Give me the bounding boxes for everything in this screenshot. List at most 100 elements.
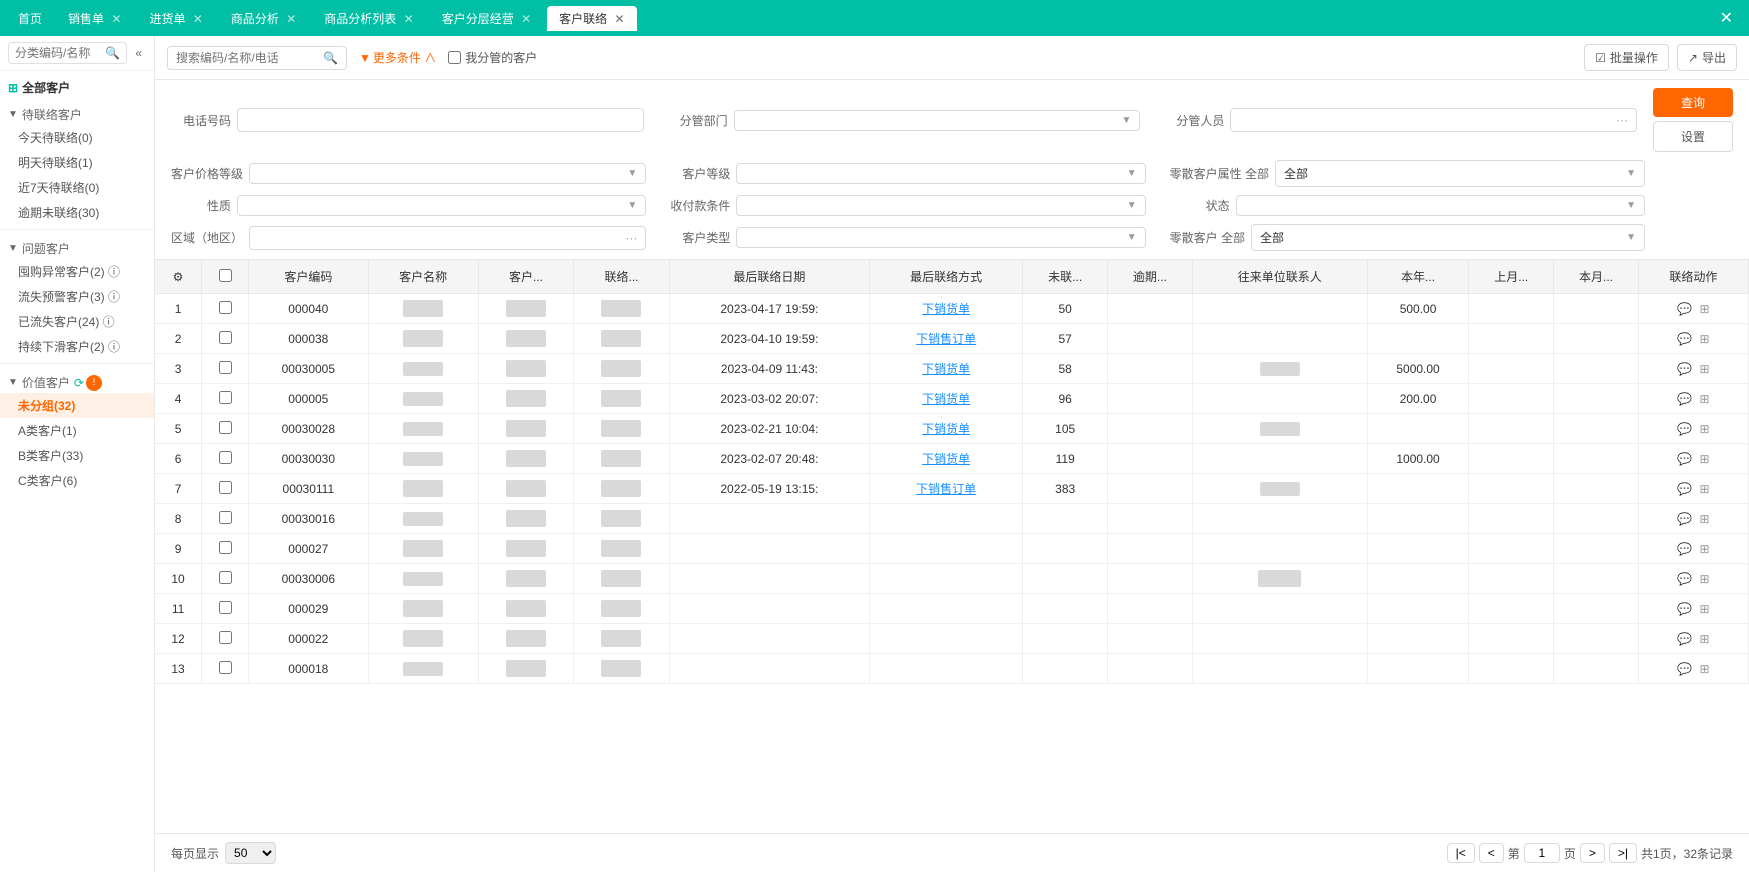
chat-icon[interactable]: 💬 (1677, 362, 1692, 376)
row-checkbox[interactable] (202, 504, 249, 534)
sidebar-item-hoarding[interactable]: 囤购异常客户(2) ⓘ (0, 259, 154, 284)
group-pending-contact[interactable]: ▼ 待联络客户 (0, 100, 154, 125)
gear-icon[interactable]: ⚙ (173, 270, 184, 284)
all-customers-header[interactable]: ⊞ 全部客户 (0, 71, 154, 100)
sidebar-item-churned[interactable]: 已流失客户(24) ⓘ (0, 309, 154, 334)
row-checkbox[interactable] (202, 294, 249, 324)
nature-select[interactable]: ▼ (237, 195, 646, 216)
qr-icon[interactable]: ⊞ (1700, 632, 1710, 646)
region-select[interactable]: ··· (249, 226, 646, 250)
checkbox-col-header[interactable] (202, 260, 249, 294)
sidebar-collapse-button[interactable]: « (131, 44, 146, 62)
payment-select[interactable]: ▼ (736, 195, 1145, 216)
per-page-select[interactable]: 50 100 200 (225, 842, 276, 864)
chat-icon[interactable]: 💬 (1677, 632, 1692, 646)
chat-icon[interactable]: 💬 (1677, 332, 1692, 346)
sidebar-item-class-a[interactable]: A类客户(1) (0, 418, 154, 443)
qr-icon[interactable]: ⊞ (1700, 452, 1710, 466)
row-checkbox[interactable] (202, 354, 249, 384)
sidebar-item-declining[interactable]: 持续下滑客户(2) ⓘ (0, 334, 154, 359)
chat-icon[interactable]: 💬 (1677, 602, 1692, 616)
row-checkbox[interactable] (202, 564, 249, 594)
nav-tab-sales[interactable]: 销售单 ✕ (56, 6, 133, 31)
price-level-select[interactable]: ▼ (249, 163, 646, 184)
search-box[interactable]: 🔍 (167, 46, 347, 70)
next-page-button[interactable]: > (1580, 843, 1605, 863)
row-checkbox[interactable] (202, 624, 249, 654)
status-select[interactable]: ▼ (1236, 195, 1645, 216)
qr-icon[interactable]: ⊞ (1700, 422, 1710, 436)
phone-input[interactable] (237, 108, 644, 132)
qr-icon[interactable]: ⊞ (1700, 572, 1710, 586)
qr-icon[interactable]: ⊞ (1700, 602, 1710, 616)
qr-icon[interactable]: ⊞ (1700, 332, 1710, 346)
search-icon[interactable]: 🔍 (323, 51, 338, 65)
nav-home[interactable]: 首页 (8, 6, 52, 31)
chat-icon[interactable]: 💬 (1677, 302, 1692, 316)
sidebar-item-overdue[interactable]: 逾期未联络(30) (0, 200, 154, 225)
group-problem-customers[interactable]: ▼ 问题客户 (0, 234, 154, 259)
refresh-icon[interactable]: ⟳ (74, 376, 84, 390)
search-input[interactable] (176, 51, 319, 65)
window-close-icon[interactable]: ✕ (1712, 8, 1741, 28)
qr-icon[interactable]: ⊞ (1700, 512, 1710, 526)
chat-icon[interactable]: 💬 (1677, 452, 1692, 466)
chat-icon[interactable]: 💬 (1677, 422, 1692, 436)
row-checkbox[interactable] (202, 324, 249, 354)
nav-tab-customer-contact[interactable]: 客户联络 ✕ (547, 6, 636, 31)
nav-tab-purchase[interactable]: 进货单 ✕ (137, 6, 214, 31)
person-select[interactable]: ··· (1230, 108, 1637, 132)
sidebar-item-today[interactable]: 今天待联络(0) (0, 125, 154, 150)
row-checkbox[interactable] (202, 654, 249, 684)
my-customers-check[interactable] (448, 51, 461, 64)
qr-icon[interactable]: ⊞ (1700, 362, 1710, 376)
qr-icon[interactable]: ⊞ (1700, 302, 1710, 316)
prev-page-button[interactable]: < (1479, 843, 1504, 863)
qr-icon[interactable]: ⊞ (1700, 482, 1710, 496)
select-all-checkbox[interactable] (219, 269, 232, 282)
sidebar-search-icon[interactable]: 🔍 (105, 46, 120, 60)
close-product-list-tab[interactable]: ✕ (404, 12, 414, 26)
settings-col-header[interactable]: ⚙ (155, 260, 202, 294)
cust-level-select[interactable]: ▼ (736, 163, 1145, 184)
row-checkbox[interactable] (202, 534, 249, 564)
sidebar-item-class-c[interactable]: C类客户(6) (0, 468, 154, 493)
casual-attr-select[interactable]: 全部 ▼ (1275, 160, 1645, 187)
row-checkbox[interactable] (202, 384, 249, 414)
chat-icon[interactable]: 💬 (1677, 662, 1692, 676)
last-page-button[interactable]: >| (1609, 843, 1637, 863)
person-more-icon[interactable]: ··· (1616, 113, 1628, 127)
nav-tab-customer-segment[interactable]: 客户分层经营 ✕ (430, 6, 543, 31)
chat-icon[interactable]: 💬 (1677, 482, 1692, 496)
sidebar-item-unclassified[interactable]: 未分组(32) (0, 393, 154, 418)
close-sales-tab[interactable]: ✕ (111, 12, 121, 26)
close-product-analysis-tab[interactable]: ✕ (286, 12, 296, 26)
sidebar-search-input[interactable] (15, 46, 101, 60)
my-customers-checkbox[interactable]: 我分管的客户 (448, 49, 537, 66)
group-value-customers[interactable]: ▼ 价值客户 ⟳ ! (0, 368, 154, 393)
nav-tab-product-list[interactable]: 商品分析列表 ✕ (312, 6, 425, 31)
chat-icon[interactable]: 💬 (1677, 542, 1692, 556)
chat-icon[interactable]: 💬 (1677, 512, 1692, 526)
query-button[interactable]: 查询 (1653, 88, 1733, 117)
close-customer-segment-tab[interactable]: ✕ (521, 12, 531, 26)
close-purchase-tab[interactable]: ✕ (193, 12, 203, 26)
more-conditions-button[interactable]: ▼ 更多条件 ∧ (359, 49, 436, 66)
dept-select[interactable]: ▼ (734, 110, 1141, 131)
row-checkbox[interactable] (202, 594, 249, 624)
first-page-button[interactable]: |< (1447, 843, 1475, 863)
row-checkbox[interactable] (202, 474, 249, 504)
qr-icon[interactable]: ⊞ (1700, 662, 1710, 676)
qr-icon[interactable]: ⊞ (1700, 392, 1710, 406)
row-checkbox[interactable] (202, 414, 249, 444)
sidebar-item-churn-warning[interactable]: 流失预警客户(3) ⓘ (0, 284, 154, 309)
sidebar-item-class-b[interactable]: B类客户(33) (0, 443, 154, 468)
reset-button[interactable]: 设置 (1653, 121, 1733, 152)
close-customer-contact-tab[interactable]: ✕ (614, 12, 624, 26)
page-number-input[interactable] (1524, 843, 1560, 863)
batch-operation-button[interactable]: ☑ 批量操作 (1584, 44, 1669, 71)
chat-icon[interactable]: 💬 (1677, 392, 1692, 406)
chat-icon[interactable]: 💬 (1677, 572, 1692, 586)
cust-type-select[interactable]: ▼ (736, 227, 1145, 248)
row-checkbox[interactable] (202, 444, 249, 474)
